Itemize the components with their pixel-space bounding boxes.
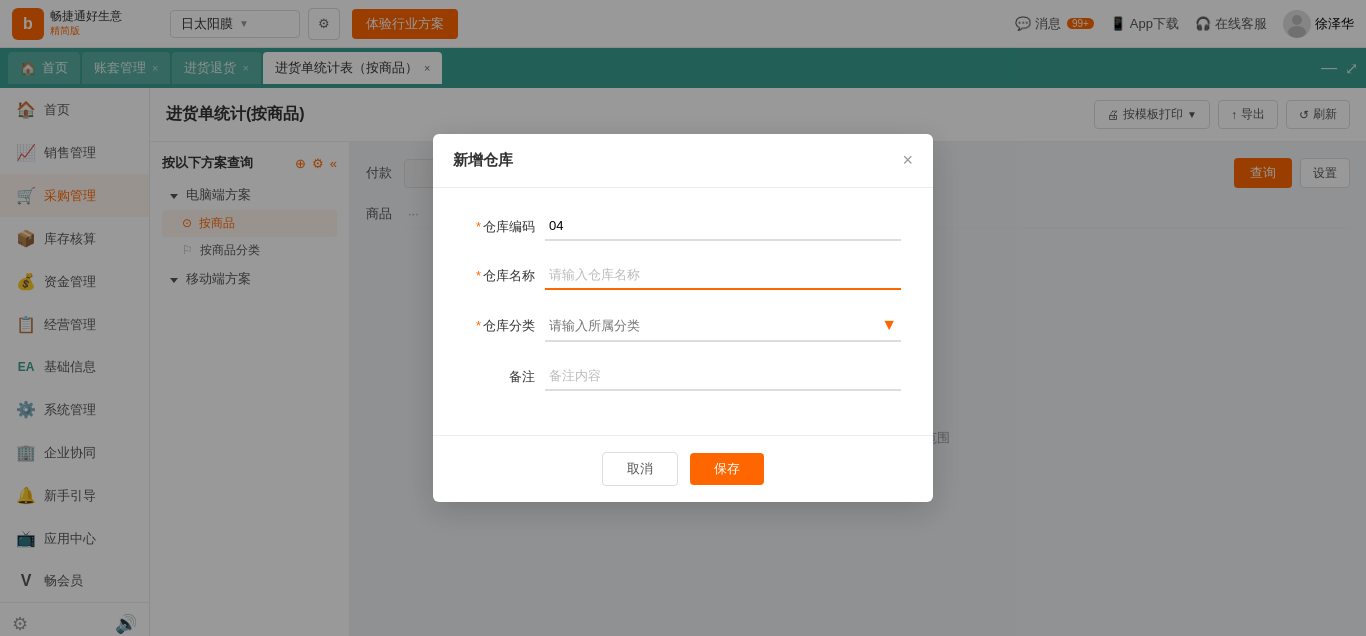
modal-close-button[interactable]: × [902, 150, 913, 171]
form-row-category: 仓库分类 ▼ [465, 310, 901, 342]
form-row-name: 仓库名称 [465, 261, 901, 290]
save-button[interactable]: 保存 [690, 453, 764, 485]
modal-footer: 取消 保存 [433, 435, 933, 502]
add-warehouse-modal: 新增仓库 × 仓库编码 仓库名称 仓库分类 ▼ [433, 134, 933, 502]
form-label-remark: 备注 [465, 368, 545, 386]
warehouse-category-select[interactable]: ▼ [545, 310, 901, 342]
modal-title: 新增仓库 [453, 151, 513, 170]
form-row-remark: 备注 [465, 362, 901, 391]
form-label-code: 仓库编码 [465, 218, 545, 236]
form-row-code: 仓库编码 [465, 212, 901, 241]
remark-input[interactable] [545, 362, 901, 391]
form-label-category: 仓库分类 [465, 317, 545, 335]
form-label-name: 仓库名称 [465, 267, 545, 285]
category-input[interactable] [549, 318, 881, 333]
cancel-button[interactable]: 取消 [602, 452, 678, 486]
modal-header: 新增仓库 × [433, 134, 933, 188]
modal-overlay: 新增仓库 × 仓库编码 仓库名称 仓库分类 ▼ [0, 0, 1366, 636]
modal-body: 仓库编码 仓库名称 仓库分类 ▼ 备注 [433, 188, 933, 435]
warehouse-code-input[interactable] [545, 212, 901, 241]
select-arrow-icon: ▼ [881, 316, 897, 334]
warehouse-name-input[interactable] [545, 261, 901, 290]
